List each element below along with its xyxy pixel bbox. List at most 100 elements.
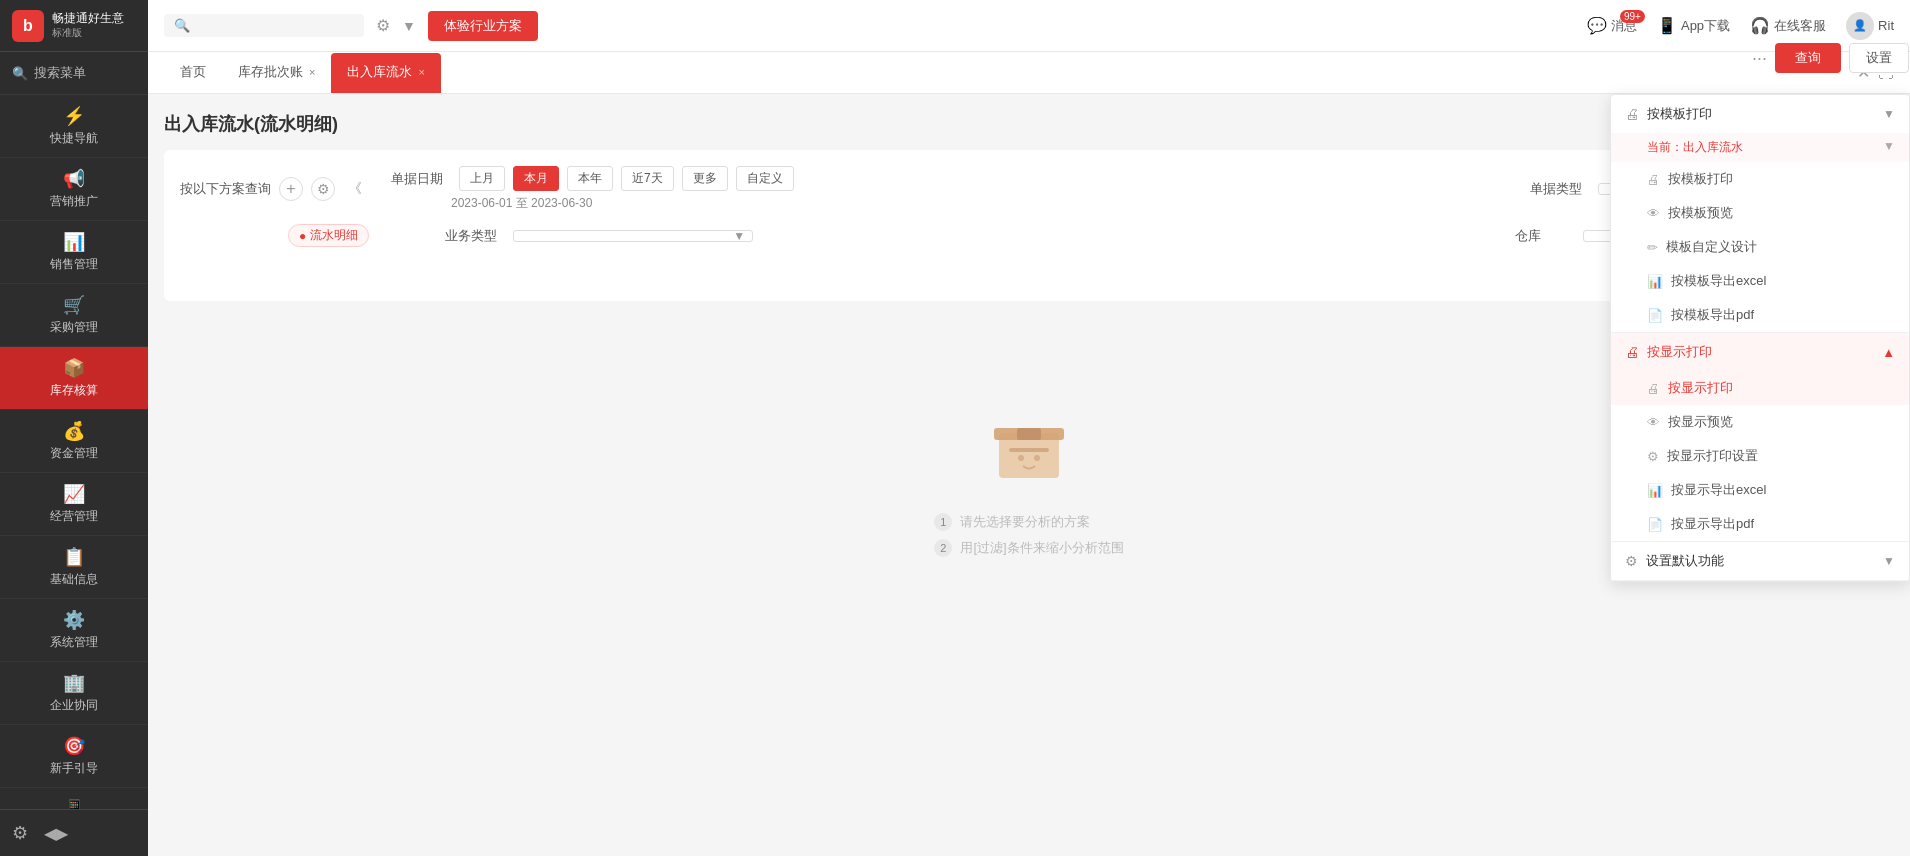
message-icon: 💬	[1587, 16, 1607, 35]
template-print-item[interactable]: 🖨 按模板打印	[1611, 162, 1909, 196]
topbar-settings-icon[interactable]: ⚙	[376, 16, 390, 35]
tab-batch-close[interactable]: ×	[309, 66, 315, 78]
sidebar-item-label: 系统管理	[50, 634, 98, 651]
display-print-header-label: 按显示打印	[1647, 343, 1712, 361]
default-func-icon: ⚙	[1625, 553, 1638, 569]
template-print-header-label: 按模板打印	[1647, 105, 1712, 123]
marketing-icon: 📢	[63, 168, 85, 190]
tabs-bar: 首页 库存批次账 × 出入库流水 × ✕ ⛶	[148, 52, 1910, 94]
online-service-btn[interactable]: 🎧 在线客服	[1750, 16, 1826, 35]
app-icon: 📱	[63, 798, 85, 809]
display-print-section: 🖨 按显示打印 ▲ 🖨 按显示打印 👁 按显示预览 ⚙ 按显示打印设置 📊 按显…	[1611, 333, 1909, 542]
template-export-pdf-item[interactable]: 📄 按模板导出pdf	[1611, 298, 1909, 332]
template-preview-item[interactable]: 👁 按模板预览	[1611, 196, 1909, 230]
display-preview-item[interactable]: 👁 按显示预览	[1611, 405, 1909, 439]
warehouse-label: 仓库	[1515, 227, 1575, 245]
display-print-settings-label: 按显示打印设置	[1667, 447, 1758, 465]
sidebar-search-area[interactable]: 🔍 搜索菜单	[0, 52, 148, 95]
sidebar-item-sales[interactable]: 📊 销售管理	[0, 221, 148, 284]
tab-flow[interactable]: 出入库流水 ×	[331, 53, 440, 93]
sidebar-item-guide[interactable]: 🎯 新手引导	[0, 725, 148, 788]
template-export-pdf-label: 按模板导出pdf	[1671, 306, 1754, 324]
sidebar-collapse-icon[interactable]: ◀▶	[44, 824, 68, 843]
biz-type-select[interactable]	[513, 230, 753, 242]
search-menu-label: 搜索菜单	[34, 64, 86, 82]
sidebar-item-inventory[interactable]: 📦 库存核算	[0, 347, 148, 410]
svg-rect-2	[1017, 428, 1041, 440]
date-filter-label: 单据日期	[391, 170, 451, 188]
sidebar-settings-icon[interactable]: ⚙	[12, 822, 28, 844]
sidebar-item-app[interactable]: 📱 应用中心	[0, 788, 148, 809]
default-func-section: ⚙ 设置默认功能 ▼	[1611, 542, 1909, 581]
display-print-header-icon: 🖨	[1625, 344, 1639, 360]
biz-type-select-wrapper: ▼	[513, 230, 753, 242]
filter-setting-btn[interactable]: ⚙	[311, 177, 335, 201]
industry-btn[interactable]: 体验行业方案	[428, 11, 538, 41]
finance-icon: 💰	[63, 420, 85, 442]
template-preview-item-label: 按模板预览	[1668, 204, 1733, 222]
filter-add-btn[interactable]: +	[279, 177, 303, 201]
system-icon: ⚙️	[63, 609, 85, 631]
sidebar-item-shortcut[interactable]: ⚡ 快捷导航	[0, 95, 148, 158]
default-func-header[interactable]: ⚙ 设置默认功能 ▼	[1611, 542, 1909, 580]
topbar: 🔍 ⚙ ▼ 体验行业方案 💬 消息 99+ 📱 App下载 🎧 在线客服 👤	[148, 0, 1910, 52]
date-btn-more[interactable]: 更多	[682, 166, 728, 191]
sidebar-item-basic[interactable]: 📋 基础信息	[0, 536, 148, 599]
sidebar-item-finance[interactable]: 💰 资金管理	[0, 410, 148, 473]
online-service-icon: 🎧	[1750, 16, 1770, 35]
template-print-header[interactable]: 🖨 按模板打印 ▼	[1611, 95, 1909, 133]
current-label-text: 当前：出入库流水	[1647, 140, 1743, 154]
sidebar: b 畅捷通好生意 标准版 🔍 搜索菜单 ⚡ 快捷导航 📢 营销推广 📊 销售管理…	[0, 0, 148, 856]
user-info[interactable]: 👤 Rit	[1846, 12, 1894, 40]
message-btn[interactable]: 💬 消息 99+	[1587, 16, 1637, 35]
sidebar-item-label: 销售管理	[50, 256, 98, 273]
sidebar-item-label: 基础信息	[50, 571, 98, 588]
svg-point-4	[1018, 455, 1024, 461]
template-export-excel-item[interactable]: 📊 按模板导出excel	[1611, 264, 1909, 298]
flow-tag[interactable]: ● 流水明细	[288, 224, 369, 247]
sidebar-item-system[interactable]: ⚙️ 系统管理	[0, 599, 148, 662]
display-print-settings-item[interactable]: ⚙ 按显示打印设置	[1611, 439, 1909, 473]
display-export-excel-item[interactable]: 📊 按显示导出excel	[1611, 473, 1909, 507]
topbar-dropdown-icon[interactable]: ▼	[402, 18, 416, 34]
sidebar-item-label: 企业协同	[50, 697, 98, 714]
tab-flow-close[interactable]: ×	[418, 66, 424, 78]
sidebar-item-label: 资金管理	[50, 445, 98, 462]
date-btn-last-month[interactable]: 上月	[459, 166, 505, 191]
date-btn-7days[interactable]: 近7天	[621, 166, 674, 191]
settings-btn[interactable]: 设置	[1849, 43, 1909, 73]
search-menu-btn[interactable]: 🔍 搜索菜单	[12, 60, 136, 86]
tab-batch[interactable]: 库存批次账 ×	[222, 53, 331, 93]
display-print-item[interactable]: 🖨 按显示打印	[1611, 371, 1909, 405]
template-print-item-icon: 🖨	[1647, 172, 1660, 187]
biz-type-label: 业务类型	[445, 227, 505, 245]
operation-icon: 📈	[63, 483, 85, 505]
sidebar-item-enterprise[interactable]: 🏢 企业协同	[0, 662, 148, 725]
display-preview-item-icon: 👁	[1647, 415, 1660, 430]
template-custom-item[interactable]: ✏ 模板自定义设计	[1611, 230, 1909, 264]
sales-icon: 📊	[63, 231, 85, 253]
template-print-section: 🖨 按模板打印 ▼ 当前：出入库流水 ▼ 🖨 按模板打印 👁 按模板预览 ✏ 模…	[1611, 95, 1909, 333]
filter-collapse-btn[interactable]: 《	[343, 177, 367, 201]
flow-tag-label: 流水明细	[310, 227, 358, 244]
app-download-btn[interactable]: 📱 App下载	[1657, 16, 1730, 35]
topbar-search[interactable]: 🔍	[164, 14, 364, 37]
display-export-pdf-label: 按显示导出pdf	[1671, 515, 1754, 533]
date-btn-this-month[interactable]: 本月	[513, 166, 559, 191]
date-btn-custom[interactable]: 自定义	[736, 166, 794, 191]
display-print-header[interactable]: 🖨 按显示打印 ▲	[1611, 333, 1909, 371]
display-export-pdf-item[interactable]: 📄 按显示导出pdf	[1611, 507, 1909, 541]
date-range: 2023-06-01 至 2023-06-30	[451, 195, 794, 212]
page-title: 出入库流水(流水明细)	[164, 112, 338, 136]
sidebar-item-operation[interactable]: 📈 经营管理	[0, 473, 148, 536]
username: Rit	[1878, 18, 1894, 33]
sidebar-item-marketing[interactable]: 📢 营销推广	[0, 158, 148, 221]
query-btn[interactable]: 查询	[1775, 43, 1841, 73]
date-btn-this-year[interactable]: 本年	[567, 166, 613, 191]
topbar-search-icon: 🔍	[174, 18, 190, 33]
dropdown-more-btn[interactable]: ···	[1752, 48, 1767, 69]
tab-home[interactable]: 首页	[164, 53, 222, 93]
display-export-pdf-icon: 📄	[1647, 517, 1663, 532]
sidebar-item-purchase[interactable]: 🛒 采购管理	[0, 284, 148, 347]
tab-home-label: 首页	[180, 63, 206, 81]
